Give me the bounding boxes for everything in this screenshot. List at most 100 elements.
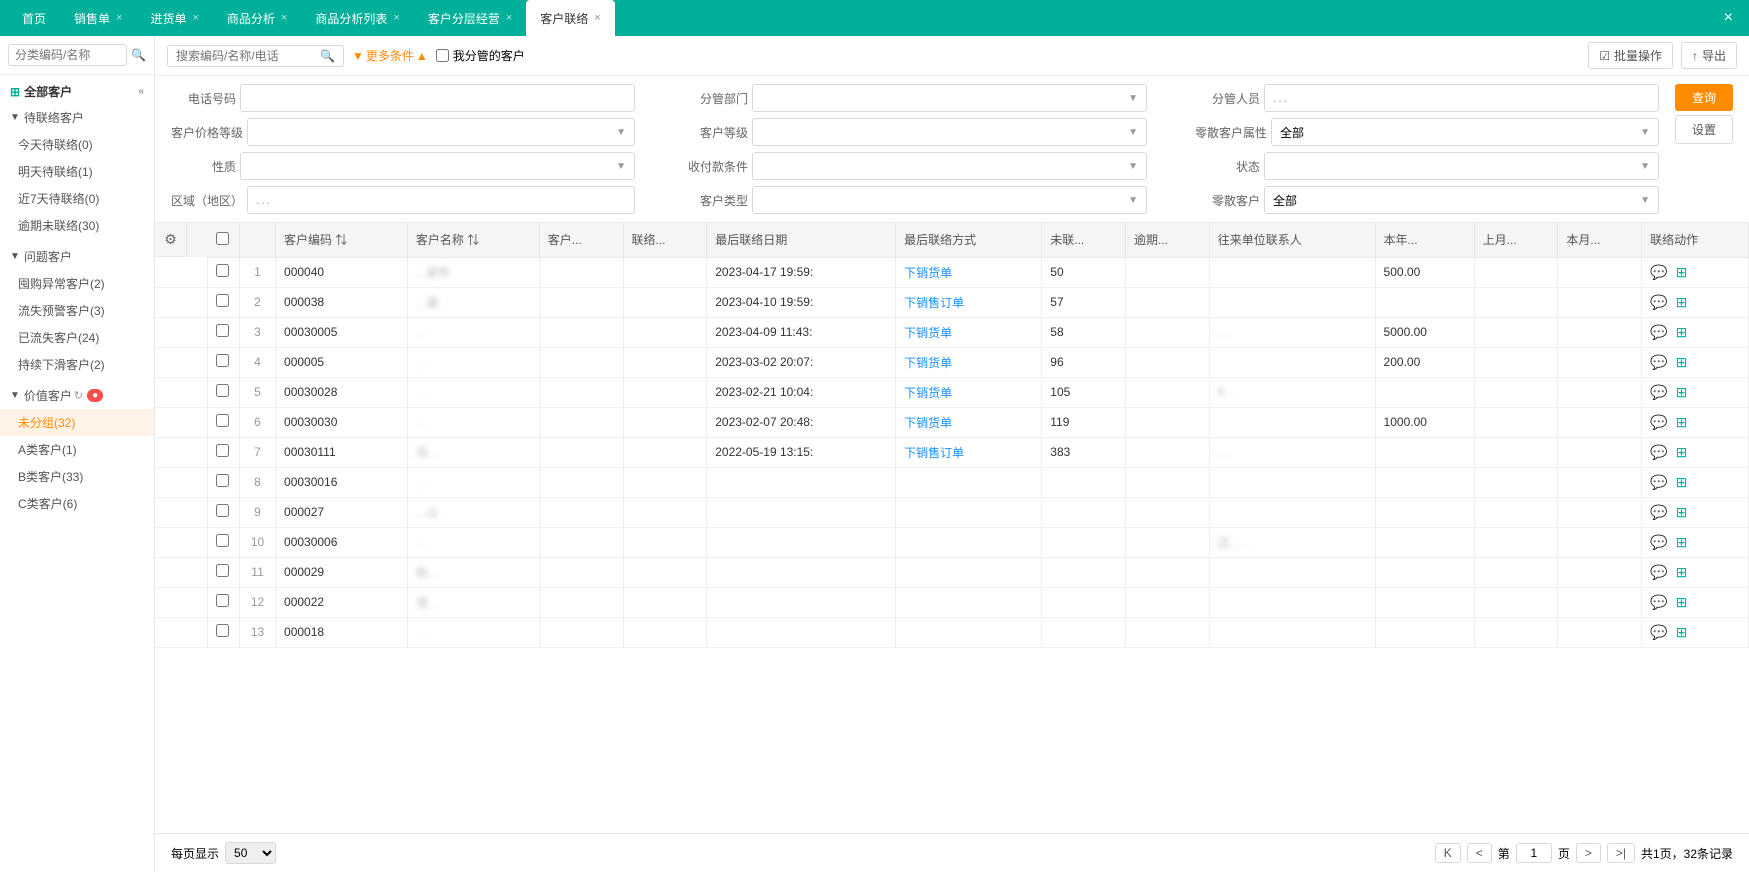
collapse-icon[interactable]: « [138,86,144,97]
row-last-way[interactable]: 下销货单 [896,347,1042,377]
dept-select[interactable]: ▼ [752,84,1147,112]
row-checkbox[interactable] [208,467,240,497]
chat-icon[interactable]: 💬 [1650,534,1667,551]
row-select[interactable] [216,294,229,307]
row-action[interactable]: 💬 ⊞ [1642,347,1749,377]
th-customer-name[interactable]: 客户名称 ⇅ [407,223,539,257]
th-customer-code[interactable]: 客户编码 ⇅ [276,223,408,257]
row-select[interactable] [216,324,229,337]
chat-icon[interactable]: 💬 [1650,504,1667,521]
manager-input[interactable]: ... [1264,84,1659,112]
row-select[interactable] [216,354,229,367]
row-select[interactable] [216,564,229,577]
sidebar-churn-warning[interactable]: 流失预警客户(3) [0,297,154,324]
region-input[interactable]: ... [247,186,635,214]
row-action[interactable]: 💬 ⊞ [1642,377,1749,407]
nav-sales[interactable]: 销售单 × [60,0,136,36]
row-action[interactable]: 💬 ⊞ [1642,287,1749,317]
close-customer-tier-tab[interactable]: × [506,12,512,24]
sidebar-class-c[interactable]: C类客户(6) [0,490,154,517]
row-select[interactable] [216,264,229,277]
row-last-way[interactable]: 下销货单 [896,377,1042,407]
row-select[interactable] [216,594,229,607]
chat-icon[interactable]: 💬 [1650,594,1667,611]
problem-customers-title[interactable]: ▼ 问题客户 [0,243,154,270]
status-select[interactable]: ▼ [1264,152,1659,180]
all-customers-section[interactable]: ⊞ 全部客户 « [0,75,154,104]
pending-contact-title[interactable]: ▼ 待联络客户 [0,104,154,131]
row-last-way[interactable]: 下销售订单 [896,437,1042,467]
payment-select[interactable]: ▼ [752,152,1147,180]
row-select[interactable] [216,414,229,427]
row-checkbox[interactable] [208,377,240,407]
close-purchase-tab[interactable]: × [192,12,198,24]
sidebar-7day-pending[interactable]: 近7天待联络(0) [0,185,154,212]
last-page-btn[interactable]: >| [1607,843,1635,863]
nav-product-analysis[interactable]: 商品分析 × [213,0,301,36]
my-customers-checkbox[interactable]: 我分管的客户 [436,47,525,64]
scatter-attr-select[interactable]: 全部 ▼ [1271,118,1659,146]
nav-purchase[interactable]: 进货单 × [136,0,212,36]
row-checkbox[interactable] [208,257,240,287]
row-checkbox[interactable] [208,527,240,557]
column-settings-icon[interactable]: ⚙ [164,231,177,248]
main-search-input[interactable] [176,49,316,63]
row-action[interactable]: 💬 ⊞ [1642,587,1749,617]
page-number-input[interactable] [1516,843,1552,863]
sidebar-class-b[interactable]: B类客户(33) [0,463,154,490]
close-product-tab[interactable]: × [281,12,287,24]
row-action[interactable]: 💬 ⊞ [1642,407,1749,437]
chat-icon[interactable]: 💬 [1650,264,1667,281]
prev-page-btn[interactable]: < [1467,843,1492,863]
batch-ops-button[interactable]: ☑ 批量操作 [1588,42,1673,69]
row-action[interactable]: 💬 ⊞ [1642,437,1749,467]
sidebar-hoarding-abnormal[interactable]: 囤购异常客户(2) [0,270,154,297]
row-last-way[interactable] [896,617,1042,647]
chat-icon[interactable]: 💬 [1650,414,1667,431]
price-tier-select[interactable]: ▼ [247,118,635,146]
row-last-way[interactable]: 下销货单 [896,317,1042,347]
row-checkbox[interactable] [208,587,240,617]
row-action[interactable]: 💬 ⊞ [1642,257,1749,287]
row-checkbox[interactable] [208,407,240,437]
chat-icon[interactable]: 💬 [1650,354,1667,371]
customer-tier-select[interactable]: ▼ [752,118,1147,146]
grid-icon[interactable]: ⊞ [1676,504,1688,521]
sidebar-declining[interactable]: 持续下滑客户(2) [0,351,154,378]
grid-icon[interactable]: ⊞ [1676,564,1688,581]
main-search-icon[interactable]: 🔍 [320,49,335,63]
row-checkbox[interactable] [208,287,240,317]
row-last-way[interactable] [896,467,1042,497]
row-checkbox[interactable] [208,617,240,647]
row-select[interactable] [216,504,229,517]
chat-icon[interactable]: 💬 [1650,564,1667,581]
row-action[interactable]: 💬 ⊞ [1642,497,1749,527]
row-select[interactable] [216,534,229,547]
chat-icon[interactable]: 💬 [1650,444,1667,461]
row-checkbox[interactable] [208,317,240,347]
more-conditions-btn[interactable]: ▼ 更多条件 ▲ [352,47,428,64]
next-page-btn[interactable]: > [1576,843,1601,863]
row-action[interactable]: 💬 ⊞ [1642,557,1749,587]
close-all-button[interactable]: × [1716,9,1741,27]
select-all-checkbox[interactable] [216,232,229,245]
grid-icon[interactable]: ⊞ [1676,324,1688,341]
phone-input[interactable] [240,84,635,112]
scatter-customer-select[interactable]: 全部 ▼ [1264,186,1659,214]
chat-icon[interactable]: 💬 [1650,384,1667,401]
row-last-way[interactable]: 下销货单 [896,407,1042,437]
close-product-list-tab[interactable]: × [393,12,399,24]
sidebar-churned[interactable]: 已流失客户(24) [0,324,154,351]
grid-icon[interactable]: ⊞ [1676,264,1688,281]
row-last-way[interactable] [896,557,1042,587]
row-select[interactable] [216,624,229,637]
row-checkbox[interactable] [208,557,240,587]
nav-customer-contact[interactable]: 客户联络 × [526,0,614,36]
row-last-way[interactable] [896,497,1042,527]
row-last-way[interactable] [896,527,1042,557]
nav-product-list[interactable]: 商品分析列表 × [301,0,413,36]
sidebar-today-pending[interactable]: 今天待联络(0) [0,131,154,158]
customer-type-select[interactable]: ▼ [752,186,1147,214]
nav-customer-tier[interactable]: 客户分层经营 × [414,0,526,36]
sidebar-overdue-pending[interactable]: 逾期未联络(30) [0,212,154,239]
